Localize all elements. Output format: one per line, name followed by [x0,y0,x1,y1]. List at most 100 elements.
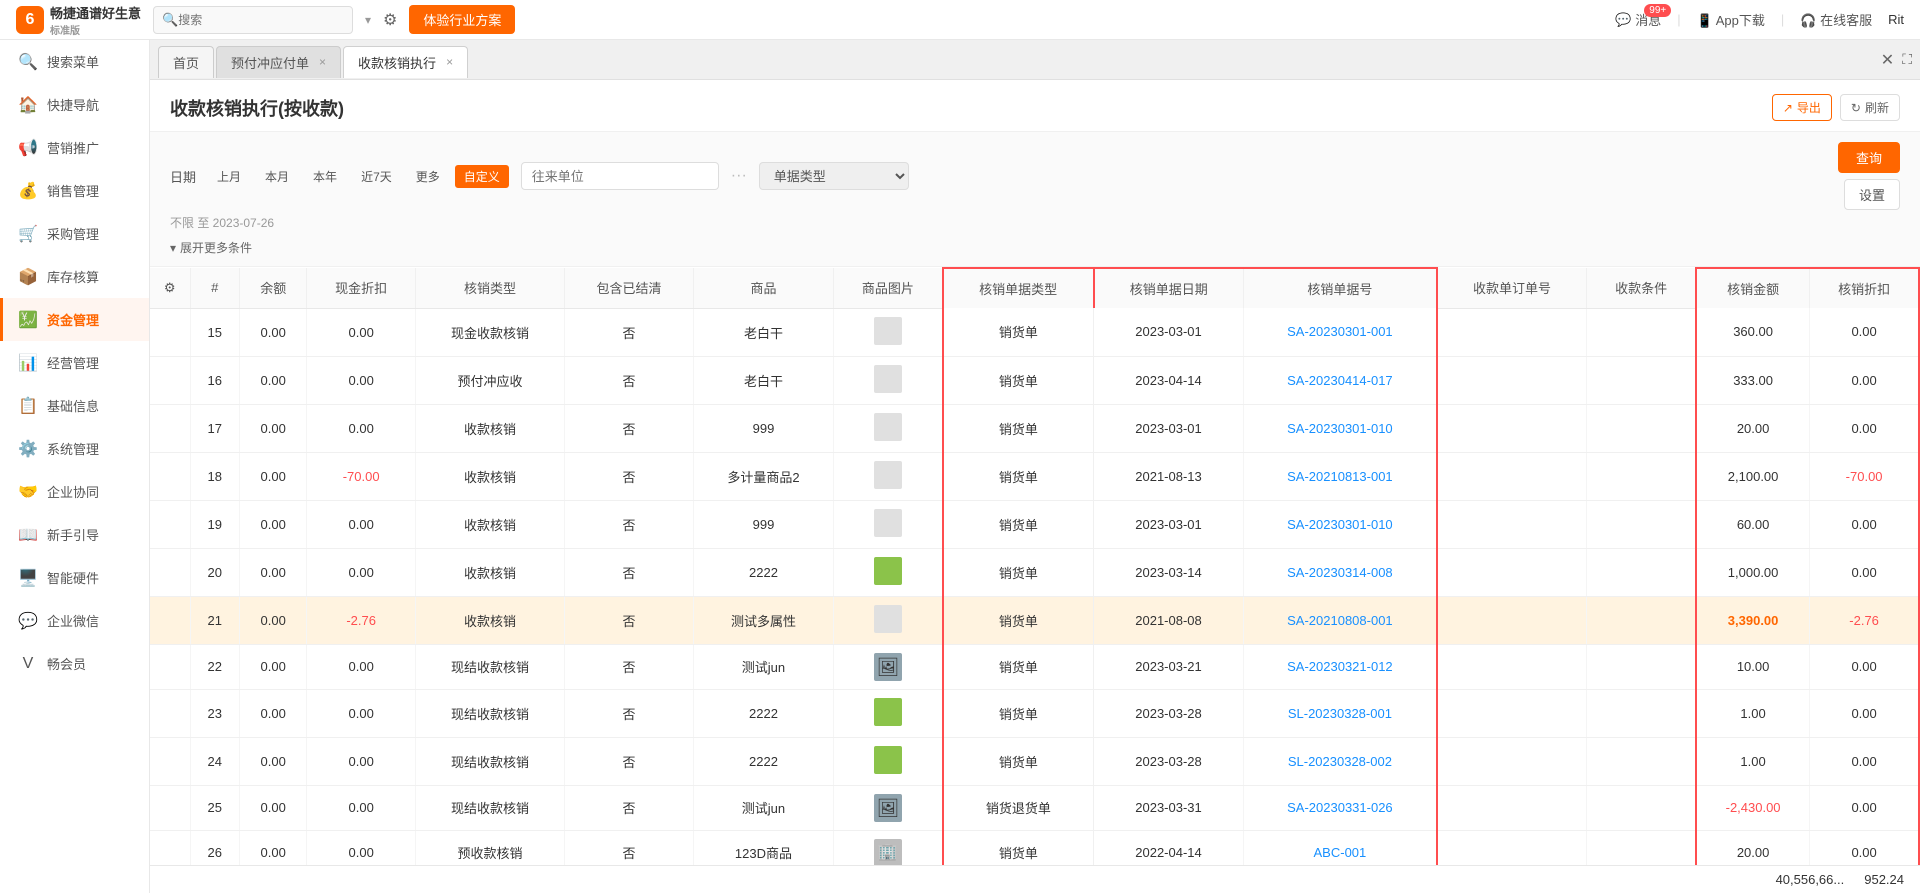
table-header-row: ⚙ # 余额 现金折扣 核销类型 包含已结清 商品 商品图片 核销单据类型 核销… [150,268,1919,308]
row-cash-discount: 0.00 [307,689,415,737]
table-cell: 0.00 [239,500,307,548]
row-id: 25 [190,785,239,830]
col-writeoff-discount: 核销折扣 [1810,268,1919,308]
table-row: 250.000.00现结收款核销否测试jun🖼销货退货单2023-03-31SA… [150,785,1919,830]
tab-receipt[interactable]: 收款核销执行 × [343,46,468,78]
sidebar-label-marketing: 营销推广 [47,138,99,157]
table-cell: 收款核销 [415,500,564,548]
sidebar-item-sales[interactable]: 💰 销售管理 [0,169,149,212]
date-btn-custom[interactable]: 自定义 [455,165,509,188]
sidebar-item-search[interactable]: 🔍 搜索菜单 [0,40,149,83]
query-button[interactable]: 查询 [1838,142,1900,173]
sidebar-item-system[interactable]: ⚙️ 系统管理 [0,427,149,470]
table-cell: 2222 [693,689,833,737]
online-service-nav[interactable]: 🎧 在线客服 [1800,10,1872,29]
chevron-down-icon[interactable]: ▾ [365,13,371,27]
col-writeoff-doc-date: 核销单据日期 [1094,268,1244,308]
row-writeoff-doc-no[interactable]: SA-20230414-017 [1244,356,1437,404]
table-cell: 否 [565,308,694,356]
hardware-icon: 🖥️ [19,569,37,587]
sidebar-item-vip[interactable]: V 畅会员 [0,642,149,685]
row-writeoff-doc-no[interactable]: SA-20230301-010 [1244,500,1437,548]
tab-home[interactable]: 首页 [158,46,214,78]
col-settings[interactable]: ⚙ [150,268,190,308]
phone-icon: 📱 [1697,13,1713,28]
global-search[interactable]: 🔍 [153,6,353,34]
sidebar-item-finance[interactable]: 💹 资金管理 [0,298,149,341]
row-writeoff-doc-no[interactable]: SA-20230321-012 [1244,644,1437,689]
row-writeoff-doc-no[interactable]: SL-20230328-002 [1244,737,1437,785]
date-btn-more[interactable]: 更多 [407,165,449,188]
message-nav[interactable]: 💬 消息 99+ [1615,10,1661,29]
sidebar-item-operations[interactable]: 📊 经营管理 [0,341,149,384]
row-writeoff-discount: 0.00 [1810,830,1919,865]
date-btn-this-month[interactable]: 本月 [256,165,298,188]
row-writeoff-doc-no[interactable]: SA-20230301-010 [1244,404,1437,452]
date-btn-last-month[interactable]: 上月 [208,165,250,188]
date-btn-7days[interactable]: 近7天 [352,165,401,188]
sidebar-label-inventory: 库存核算 [47,267,99,286]
row-settings [150,308,190,356]
sidebar-item-hardware[interactable]: 🖥️ 智能硬件 [0,556,149,599]
app-download-nav[interactable]: 📱 App下载 [1697,10,1765,29]
table-cell [1437,452,1587,500]
row-product-img [834,737,943,785]
enterprise-icon: 🤝 [19,483,37,501]
refresh-button[interactable]: ↻ 刷新 [1840,94,1900,121]
row-writeoff-doc-no[interactable]: SA-20230331-026 [1244,785,1437,830]
sidebar-item-enterprise[interactable]: 🤝 企业协同 [0,470,149,513]
solution-button[interactable]: 体验行业方案 [409,5,515,34]
table-cell: 0.00 [239,737,307,785]
table-cell: 否 [565,644,694,689]
export-button[interactable]: ↗ 导出 [1772,94,1832,121]
table-cell: 2222 [693,548,833,596]
search-icon: 🔍 [19,53,37,71]
row-writeoff-discount: 0.00 [1810,308,1919,356]
tab-prepay[interactable]: 预付冲应付单 × [216,46,341,78]
sidebar-item-purchase[interactable]: 🛒 采购管理 [0,212,149,255]
app-logo: 6 畅捷通谱好生意 标准版 [16,3,141,37]
row-writeoff-doc-no[interactable]: SA-20230314-008 [1244,548,1437,596]
sidebar-item-quick-nav[interactable]: 🏠 快捷导航 [0,83,149,126]
sidebar-label-finance: 资金管理 [47,310,99,329]
tab-bar: 首页 预付冲应付单 × 收款核销执行 × ✕ ⛶ [150,40,1920,80]
row-writeoff-doc-no[interactable]: SL-20230328-001 [1244,689,1437,737]
row-writeoff-doc-no[interactable]: SA-20210813-001 [1244,452,1437,500]
row-writeoff-doc-no[interactable]: SA-20210808-001 [1244,596,1437,644]
vip-icon: V [19,655,37,673]
page-title: 收款核销执行(按收款) [170,95,344,121]
sidebar-label-basic-info: 基础信息 [47,396,99,415]
sidebar-item-inventory[interactable]: 📦 库存核算 [0,255,149,298]
date-btn-this-year[interactable]: 本年 [304,165,346,188]
table-wrapper: ⚙ # 余额 现金折扣 核销类型 包含已结清 商品 商品图片 核销单据类型 核销… [150,267,1920,865]
row-writeoff-doc-type: 销货退货单 [943,785,1094,830]
home-icon: 🏠 [19,96,37,114]
sidebar-item-guide[interactable]: 📖 新手引导 [0,513,149,556]
tab-prepay-close[interactable]: × [319,55,326,69]
row-product-img [834,308,943,356]
settings-button[interactable]: 设置 [1844,179,1900,210]
row-writeoff-doc-no[interactable]: SA-20230301-001 [1244,308,1437,356]
user-avatar[interactable]: Rit [1888,12,1904,27]
single-type-select[interactable]: 单据类型 [759,162,909,190]
search-input[interactable] [178,13,318,27]
row-id: 17 [190,404,239,452]
expand-more-button[interactable]: ▾ 展开更多条件 [170,239,252,256]
table-cell: 2222 [693,737,833,785]
expand-window-button[interactable]: ⛶ [1902,51,1912,68]
tab-receipt-close[interactable]: × [446,55,453,69]
customer-input[interactable] [521,162,719,190]
row-writeoff-doc-no[interactable]: ABC-001 [1244,830,1437,865]
sidebar-label-guide: 新手引导 [47,525,99,544]
sidebar-item-wechat[interactable]: 💬 企业微信 [0,599,149,642]
table-cell: 收款核销 [415,404,564,452]
table-row: 240.000.00现结收款核销否2222销货单2023-03-28SL-202… [150,737,1919,785]
sidebar-item-marketing[interactable]: 📢 营销推广 [0,126,149,169]
row-writeoff-doc-date: 2022-04-14 [1094,830,1244,865]
row-product-img [834,689,943,737]
gear-icon[interactable]: ⚙ [383,10,397,30]
sidebar-item-basic-info[interactable]: 📋 基础信息 [0,384,149,427]
close-all-tabs-button[interactable]: ✕ [1881,50,1894,70]
table-cell [1587,785,1696,830]
row-writeoff-amount: 1.00 [1696,689,1810,737]
